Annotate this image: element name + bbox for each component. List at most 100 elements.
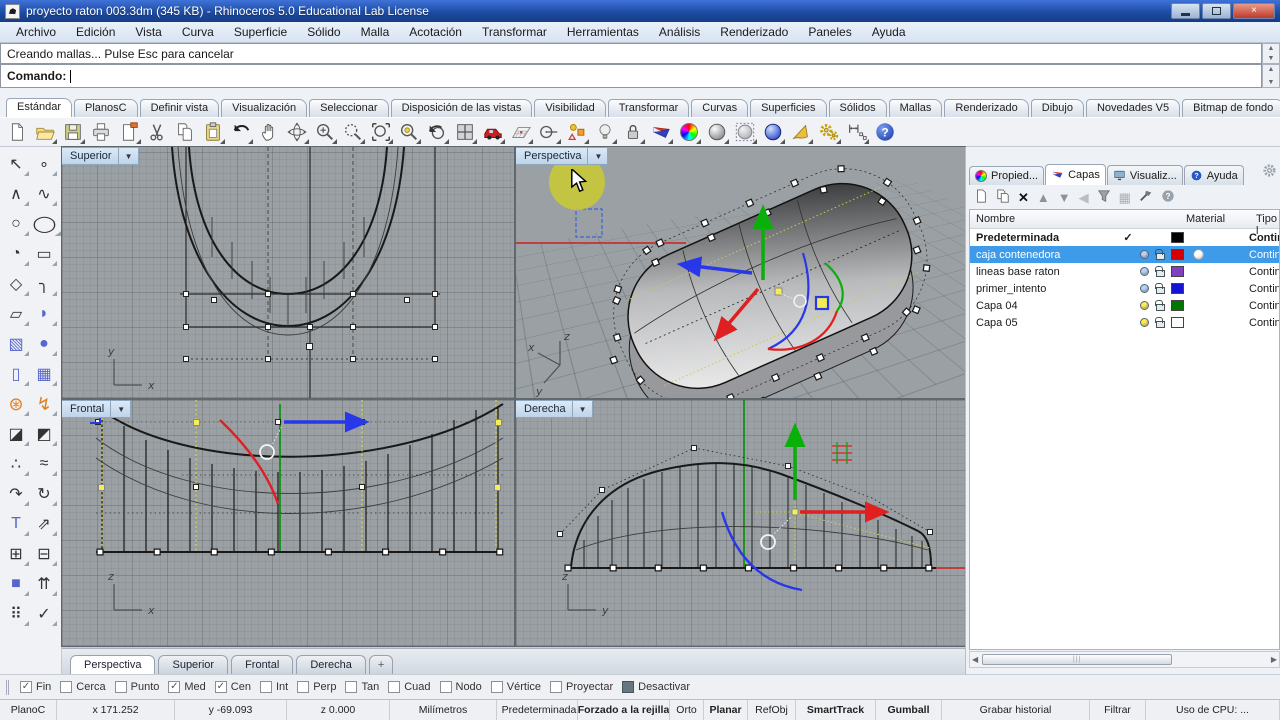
curved-surface-icon[interactable]: ◗ bbox=[31, 301, 58, 327]
checkbox[interactable] bbox=[345, 681, 358, 693]
layer-row-lineas-base-raton[interactable]: lineas base raton Continua bbox=[970, 263, 1279, 280]
layer-unlocked-icon[interactable] bbox=[1154, 282, 1165, 294]
undo-view-icon[interactable] bbox=[423, 119, 451, 146]
viewport-frontal[interactable]: z x Frontal ▼ bbox=[61, 399, 515, 647]
scroll-up-icon[interactable]: ▲ bbox=[1268, 66, 1275, 73]
layer-tools-icon[interactable] bbox=[1139, 189, 1153, 206]
menu-archivo[interactable]: Archivo bbox=[6, 23, 66, 41]
layer-unlocked-icon[interactable] bbox=[1154, 299, 1165, 311]
chevron-down-icon[interactable]: ▼ bbox=[117, 405, 125, 414]
chevron-down-icon[interactable]: ▼ bbox=[125, 152, 133, 161]
checkbox[interactable]: ✓ bbox=[168, 681, 181, 693]
menu-malla[interactable]: Malla bbox=[351, 23, 400, 41]
polygon-icon[interactable]: ◇ bbox=[3, 271, 30, 297]
scroll-left-icon[interactable]: ◀ bbox=[972, 655, 978, 664]
checkbox[interactable] bbox=[622, 681, 635, 693]
group-icon[interactable]: ⊞ bbox=[3, 541, 30, 567]
viewport-label-superior[interactable]: Superior ▼ bbox=[62, 147, 139, 165]
shade-viewport-icon[interactable] bbox=[647, 119, 675, 146]
dimension-icon[interactable] bbox=[843, 119, 871, 146]
toolbar-tab-estandar[interactable]: Estándar bbox=[6, 98, 73, 117]
toolbar-tab-novedades[interactable]: Novedades V5 bbox=[1085, 99, 1181, 117]
menu-renderizado[interactable]: Renderizado bbox=[710, 23, 798, 41]
osnap-int[interactable]: Int bbox=[259, 681, 288, 693]
layer-on-bulb-icon[interactable] bbox=[1139, 301, 1149, 310]
command-history[interactable]: Creando mallas... Pulse Esc para cancela… bbox=[0, 43, 1262, 64]
ghosted-mode-icon[interactable] bbox=[731, 119, 759, 146]
checkbox[interactable]: ✓ bbox=[20, 681, 32, 693]
scrollbar-thumb[interactable]: ||| bbox=[982, 654, 1173, 665]
layer-unlocked-icon[interactable] bbox=[1154, 265, 1165, 277]
box-icon[interactable]: ▧ bbox=[3, 331, 30, 357]
toolbar-tab-solidos[interactable]: Sólidos bbox=[828, 99, 887, 117]
toolbar-tab-visibilidad[interactable]: Visibilidad bbox=[534, 99, 606, 117]
menu-transformar[interactable]: Transformar bbox=[472, 23, 557, 41]
checkbox[interactable] bbox=[439, 681, 452, 693]
duplicate-layer-icon[interactable] bbox=[996, 188, 1010, 206]
menu-curva[interactable]: Curva bbox=[172, 23, 224, 41]
export-file-icon[interactable] bbox=[115, 119, 143, 146]
chevron-down-icon[interactable]: ▼ bbox=[594, 152, 602, 161]
layer-on-bulb-icon[interactable] bbox=[1139, 250, 1149, 259]
current-layer[interactable]: Predeterminada bbox=[497, 700, 578, 720]
layer-row-capa-05[interactable]: Capa 05 Continua bbox=[970, 314, 1279, 331]
command-input-scrollbar[interactable]: ▲ ▼ bbox=[1262, 64, 1280, 88]
panel-tab-propiedades[interactable]: Propied... bbox=[969, 166, 1045, 185]
save-icon[interactable] bbox=[59, 119, 87, 146]
menu-analisis[interactable]: Análisis bbox=[649, 23, 710, 41]
surface-corner-icon[interactable]: ▱ bbox=[3, 301, 30, 327]
open-file-icon[interactable] bbox=[31, 119, 59, 146]
zoom-window-icon[interactable] bbox=[339, 119, 367, 146]
layer-color-swatch[interactable] bbox=[1171, 266, 1184, 277]
toolbar-grip[interactable] bbox=[6, 679, 9, 695]
zoom-selected-icon[interactable] bbox=[395, 119, 423, 146]
layer-row-capa-04[interactable]: Capa 04 Continua bbox=[970, 297, 1279, 314]
sphere-icon[interactable]: ● bbox=[31, 331, 58, 357]
rotate-view-icon[interactable] bbox=[283, 119, 311, 146]
toolbar-tab-definir-vista[interactable]: Definir vista bbox=[139, 99, 220, 117]
boolean-union-icon[interactable]: ■ bbox=[3, 571, 30, 597]
grid-snap-toggle[interactable]: Forzado a la rejilla bbox=[578, 700, 670, 720]
move-up-icon[interactable]: ▲ bbox=[1037, 191, 1050, 204]
osnap-proyectar[interactable]: Proyectar bbox=[550, 681, 613, 693]
menu-superficie[interactable]: Superficie bbox=[224, 23, 297, 41]
select-table-icon[interactable]: ▦ bbox=[1119, 191, 1131, 204]
set-cplane-icon[interactable] bbox=[507, 119, 535, 146]
rendered-mode-icon[interactable] bbox=[759, 119, 787, 146]
osnap-toggle[interactable]: RefObj bbox=[748, 700, 796, 720]
new-file-icon[interactable] bbox=[3, 119, 31, 146]
toolbar-tab-seleccionar[interactable]: Seleccionar bbox=[309, 99, 389, 117]
layer-on-bulb-icon[interactable] bbox=[1139, 318, 1149, 327]
text-object-icon[interactable]: T bbox=[3, 511, 30, 537]
toolbar-tab-disposicion[interactable]: Disposición de las vistas bbox=[390, 99, 533, 117]
hide-objects-bulb-icon[interactable] bbox=[591, 119, 619, 146]
toolbar-tab-transformar[interactable]: Transformar bbox=[607, 99, 690, 117]
rectangle-icon[interactable]: ▭ bbox=[31, 241, 58, 267]
scroll-down-icon[interactable]: ▼ bbox=[1268, 55, 1275, 62]
viewport-tab-perspectiva[interactable]: Perspectiva bbox=[70, 655, 156, 674]
layer-on-bulb-icon[interactable] bbox=[1139, 284, 1149, 293]
checkbox[interactable] bbox=[60, 681, 73, 693]
fillet-curve-icon[interactable]: ╮ bbox=[31, 271, 58, 297]
explode-icon[interactable]: ⊛ bbox=[3, 391, 30, 417]
blend-icon[interactable]: ∴ bbox=[3, 451, 30, 477]
layer-unlocked-icon[interactable] bbox=[1154, 316, 1165, 328]
layer-row-caja-contenedora[interactable]: caja contenedora Continua bbox=[970, 246, 1279, 263]
rhino-app-icon[interactable] bbox=[5, 3, 20, 19]
osnap-med[interactable]: ✓ Med bbox=[168, 681, 206, 693]
mesh-surface-icon[interactable]: ▦ bbox=[31, 361, 58, 387]
array-icon[interactable]: ⠿ bbox=[3, 601, 30, 627]
layer-list-header[interactable]: Nombre Material Tipo l bbox=[970, 210, 1279, 237]
osnap-vertice[interactable]: Vértice bbox=[490, 681, 541, 693]
viewport-superior[interactable]: y x Superior ▼ bbox=[61, 146, 515, 399]
adjust-end-bulge-icon[interactable]: ↷ bbox=[3, 481, 30, 507]
lock-objects-icon[interactable] bbox=[619, 119, 647, 146]
viewport-perspectiva[interactable]: z x y Perspectiva ▼ bbox=[515, 146, 966, 399]
split-icon[interactable]: ◪ bbox=[3, 421, 30, 447]
layer-unlocked-icon[interactable] bbox=[1154, 248, 1165, 260]
close-button[interactable]: × bbox=[1233, 3, 1275, 19]
panel-tab-ayuda[interactable]: ? Ayuda bbox=[1183, 165, 1244, 185]
extrude-icon[interactable]: ⇈ bbox=[31, 571, 58, 597]
osnap-fin[interactable]: ✓ Fin bbox=[20, 681, 51, 693]
viewport-label-perspectiva[interactable]: Perspectiva ▼ bbox=[516, 147, 609, 165]
